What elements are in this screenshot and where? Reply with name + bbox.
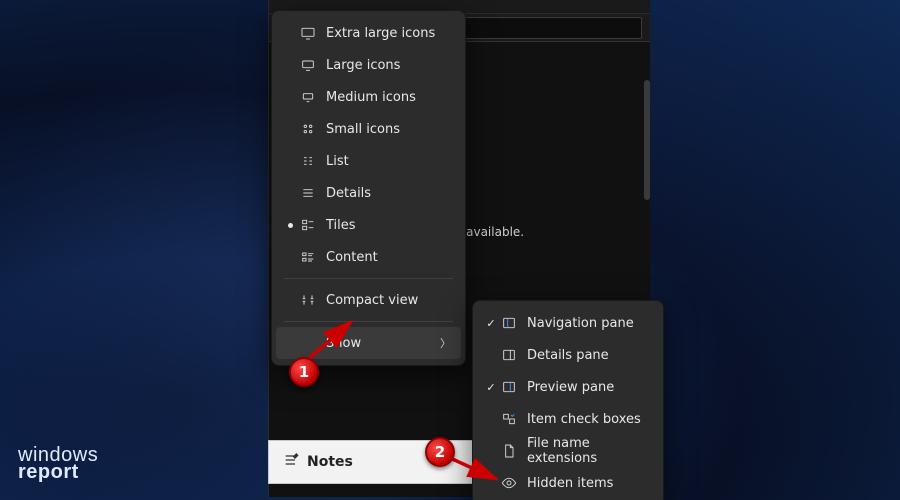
show-details-pane[interactable]: Details pane	[477, 339, 659, 371]
menu-item-label: Small icons	[326, 122, 451, 137]
grid-small-icon	[298, 121, 318, 137]
menu-item-label: Tiles	[326, 218, 451, 233]
pane-right-icon	[499, 379, 519, 395]
radio-indicator-selected	[282, 223, 298, 228]
menu-item-label: Details pane	[527, 348, 649, 363]
menu-separator	[284, 278, 453, 279]
menu-item-label: Large icons	[326, 58, 451, 73]
view-show-submenu[interactable]: Show 〉	[276, 327, 461, 359]
view-large-icons[interactable]: Large icons	[276, 49, 461, 81]
check-indicator-checked: ✓	[483, 317, 499, 330]
menu-item-label: Medium icons	[326, 90, 451, 105]
view-tiles[interactable]: Tiles	[276, 209, 461, 241]
check-indicator-checked: ✓	[483, 381, 499, 394]
menu-item-label: File name extensions	[527, 436, 649, 466]
menu-item-label: Compact view	[326, 293, 451, 308]
view-medium-icons[interactable]: Medium icons	[276, 81, 461, 113]
view-details[interactable]: Details	[276, 177, 461, 209]
monitor-large-icon	[298, 25, 318, 41]
eye-icon	[499, 475, 519, 491]
checkboxes-icon	[499, 411, 519, 427]
show-hidden-items[interactable]: Hidden items	[477, 467, 659, 499]
annotation-badge-1: 1	[289, 357, 319, 387]
show-navigation-pane[interactable]: ✓ Navigation pane	[477, 307, 659, 339]
show-item-check-boxes[interactable]: Item check boxes	[477, 403, 659, 435]
show-preview-pane[interactable]: ✓ Preview pane	[477, 371, 659, 403]
pane-right-icon	[499, 347, 519, 363]
pane-left-icon	[499, 315, 519, 331]
menu-item-label: Item check boxes	[527, 412, 649, 427]
annotation-badge-2: 2	[425, 437, 455, 467]
content-icon	[298, 249, 318, 265]
menu-item-label: Content	[326, 250, 451, 265]
monitor-icon	[298, 57, 318, 73]
preview-scrollbar[interactable]	[644, 80, 650, 200]
list-lines-icon	[298, 185, 318, 201]
view-list[interactable]: List	[276, 145, 461, 177]
compact-view-icon	[298, 292, 318, 308]
menu-item-label: Hidden items	[527, 476, 649, 491]
notes-icon	[283, 452, 299, 472]
list-narrow-icon	[298, 153, 318, 169]
menu-item-label: Preview pane	[527, 380, 649, 395]
menu-item-label: Navigation pane	[527, 316, 649, 331]
view-content[interactable]: Content	[276, 241, 461, 273]
menu-item-label: Show	[326, 336, 440, 351]
view-extra-large-icons[interactable]: Extra large icons	[276, 17, 461, 49]
view-small-icons[interactable]: Small icons	[276, 113, 461, 145]
chevron-right-icon: 〉	[440, 335, 451, 351]
menu-item-label: Details	[326, 186, 451, 201]
windows-report-watermark: windows report	[18, 446, 98, 482]
menu-item-label: Extra large icons	[326, 26, 451, 41]
notes-label: Notes	[307, 454, 353, 470]
monitor-small-icon	[298, 89, 318, 105]
menu-separator	[284, 321, 453, 322]
file-icon	[499, 443, 519, 459]
tiles-icon	[298, 217, 318, 233]
show-file-name-extensions[interactable]: File name extensions	[477, 435, 659, 467]
view-menu: Extra large icons Large icons Medium ico…	[271, 10, 466, 366]
view-compact-view[interactable]: Compact view	[276, 284, 461, 316]
menu-item-label: List	[326, 154, 451, 169]
show-submenu: ✓ Navigation pane Details pane ✓ Preview…	[472, 300, 664, 500]
